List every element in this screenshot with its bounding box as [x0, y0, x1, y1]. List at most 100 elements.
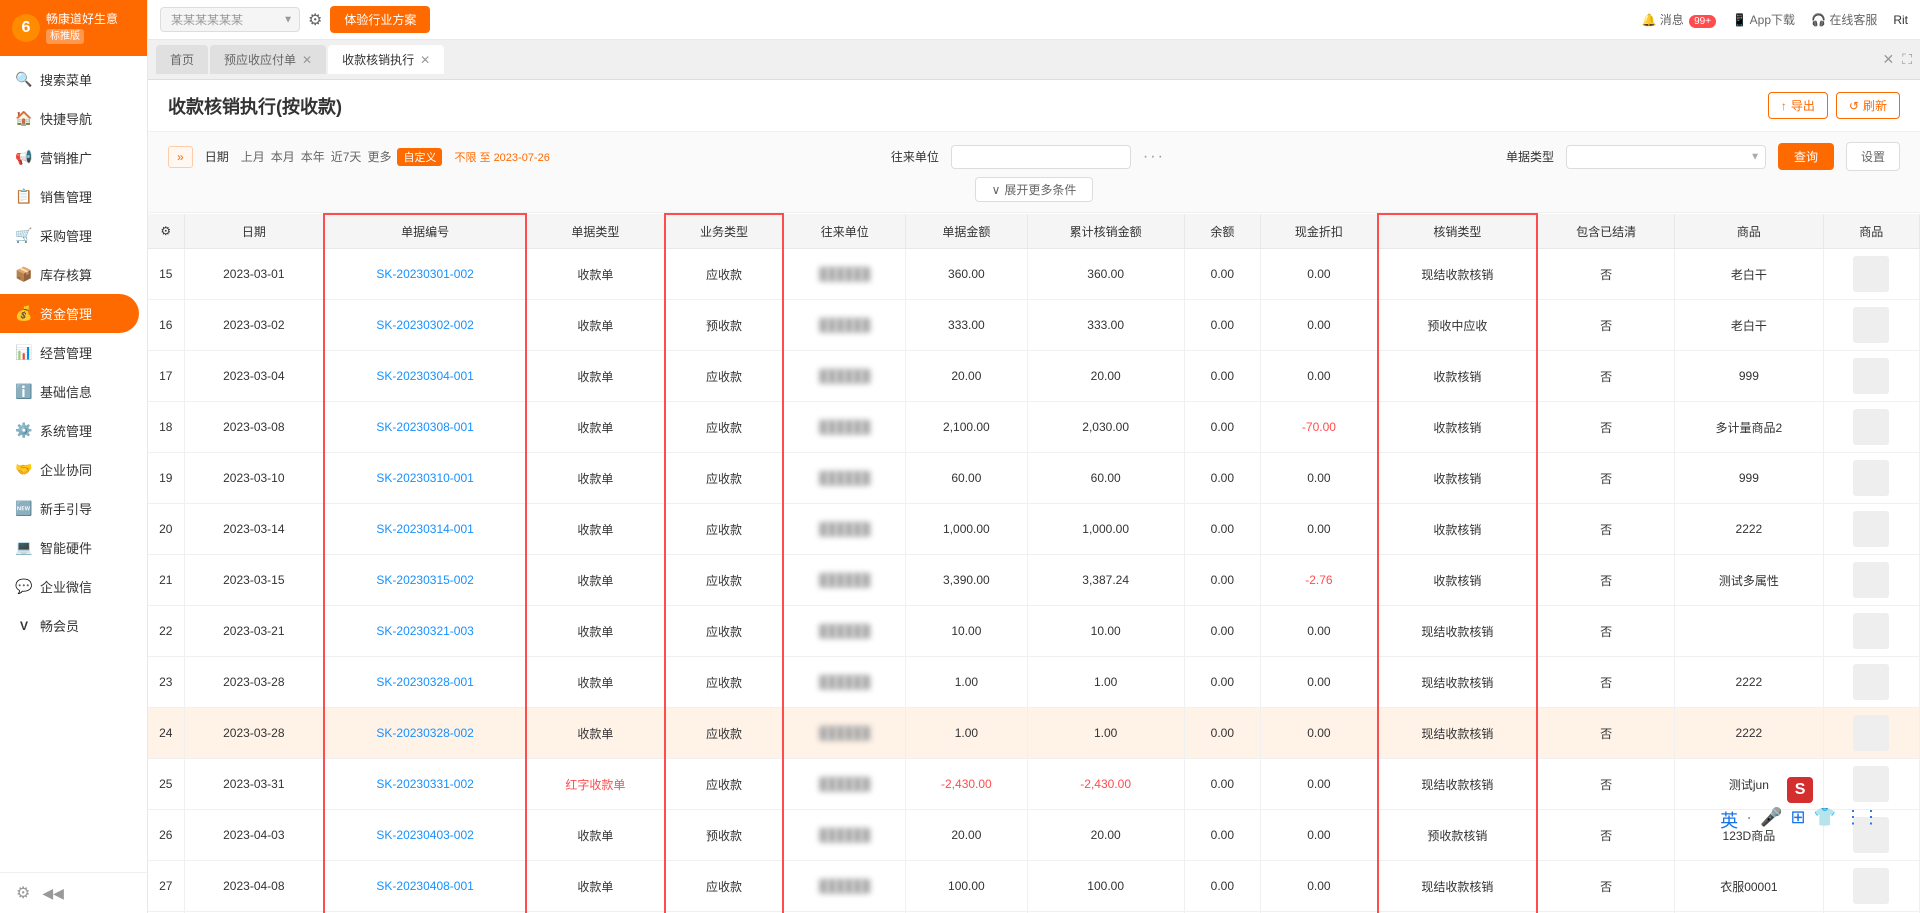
col-product: 商品 [1675, 214, 1823, 249]
filter-settings-button[interactable]: 设置 [1846, 142, 1900, 171]
tabbar-close-icon[interactable]: ✕ [1882, 51, 1894, 68]
main-content: 某某某某某某 ▼ ⚙ 体验行业方案 🔔 消息 99+ 📱 App下载 🎧 在线客… [148, 0, 1920, 913]
filter-date-this-month[interactable]: 本月 [271, 148, 295, 166]
cell-bill-no[interactable]: SK-20230321-003 [324, 606, 526, 657]
export-button[interactable]: ↑ 导出 [1768, 92, 1828, 119]
filter-date-last-7days[interactable]: 近7天 [331, 148, 362, 166]
online-service[interactable]: 🎧 在线客服 [1811, 11, 1877, 28]
cell-biz-type: 应收款 [665, 402, 783, 453]
sidebar-item-hardware[interactable]: 💻 智能硬件 [0, 528, 147, 567]
tab-payment-verify-close[interactable]: ✕ [420, 53, 430, 67]
cell-bill-no[interactable]: SK-20230403-002 [324, 810, 526, 861]
filter-date-more[interactable]: 更多 [367, 148, 391, 166]
cell-biz-type: 预收款 [665, 300, 783, 351]
table-row: 162023-03-02SK-20230302-002收款单预收款██████3… [148, 300, 1920, 351]
tab-prereceipt[interactable]: 预应收应付单 ✕ [210, 45, 326, 74]
sidebar: 6 畅康道好生意 标推版 🔍 搜索菜单 🏠 快捷导航 📢 营销推广 📋 销售管理… [0, 0, 148, 913]
cell-biz-type: 应收款 [665, 861, 783, 912]
export-icon: ↑ [1781, 99, 1787, 113]
cell-include-settled: 否 [1537, 657, 1675, 708]
cell-bill-no[interactable]: SK-20230308-001 [324, 402, 526, 453]
sidebar-item-sales[interactable]: 📋 销售管理 [0, 177, 147, 216]
cell-date: 2023-03-31 [184, 759, 324, 810]
tabbar-maximize-icon[interactable]: ⛶ [1902, 51, 1912, 68]
filter-collapse-button[interactable]: » [168, 146, 193, 168]
cell-bill-no[interactable]: SK-20230310-001 [324, 453, 526, 504]
cell-bill-amount: 60.00 [906, 453, 1027, 504]
cell-product-img [1823, 402, 1919, 453]
sidebar-item-enterprise[interactable]: 🤝 企业协同 [0, 450, 147, 489]
cell-bill-no[interactable]: SK-20230315-002 [324, 555, 526, 606]
notification-bell[interactable]: 🔔 消息 99+ [1641, 11, 1716, 28]
cell-verify-type: 现结收款核销 [1378, 657, 1537, 708]
filter-date-last-month[interactable]: 上月 [241, 148, 265, 166]
tab-prereceipt-close[interactable]: ✕ [302, 53, 312, 67]
topbar-settings-icon[interactable]: ⚙ [308, 10, 322, 30]
cell-bill-no[interactable]: SK-20230328-002 [324, 708, 526, 759]
tab-payment-verify[interactable]: 收款核销执行 ✕ [328, 45, 444, 74]
cell-bill-amount: 1.00 [906, 708, 1027, 759]
cell-bill-no[interactable]: SK-20230328-001 [324, 657, 526, 708]
cell-no: 18 [148, 402, 184, 453]
cell-bill-no[interactable]: SK-20230408-001 [324, 861, 526, 912]
sidebar-item-guide[interactable]: 🆕 新手引导 [0, 489, 147, 528]
tab-home[interactable]: 首页 [156, 45, 208, 74]
filter-bill-type-select[interactable] [1566, 145, 1766, 169]
cell-biz-type: 应收款 [665, 759, 783, 810]
filter-partner-input[interactable] [951, 145, 1131, 169]
cell-balance: 0.00 [1184, 657, 1260, 708]
sidebar-item-basic[interactable]: ℹ️ 基础信息 [0, 372, 147, 411]
inventory-icon: 📦 [16, 267, 32, 283]
cell-bill-no[interactable]: SK-20230301-002 [324, 249, 526, 300]
sidebar-item-quicknav[interactable]: 🏠 快捷导航 [0, 99, 147, 138]
sidebar-collapse-icon[interactable]: ◀◀ [42, 885, 64, 902]
filter-date-custom[interactable]: 自定义 [397, 148, 442, 166]
sidebar-item-marketing[interactable]: 📢 营销推广 [0, 138, 147, 177]
cell-product-img [1823, 453, 1919, 504]
operations-icon: 📊 [16, 345, 32, 361]
sidebar-item-purchase[interactable]: 🛒 采购管理 [0, 216, 147, 255]
sidebar-item-label: 销售管理 [40, 187, 92, 206]
filter-query-button[interactable]: 查询 [1778, 143, 1834, 170]
cell-biz-type: 应收款 [665, 606, 783, 657]
sidebar-item-label: 采购管理 [40, 226, 92, 245]
purchase-icon: 🛒 [16, 228, 32, 244]
sidebar-item-wechat[interactable]: 💬 企业微信 [0, 567, 147, 606]
refresh-button[interactable]: ↺ 刷新 [1836, 92, 1900, 119]
cell-bill-type: 收款单 [526, 504, 665, 555]
filter-date-this-year[interactable]: 本年 [301, 148, 325, 166]
col-settings[interactable]: ⚙ [148, 214, 184, 249]
cell-bill-no[interactable]: SK-20230314-001 [324, 504, 526, 555]
sidebar-item-member[interactable]: V 畅会员 [0, 606, 147, 645]
cell-biz-type: 应收款 [665, 555, 783, 606]
filter-expand-more-button[interactable]: ∨ 展开更多条件 [975, 177, 1094, 202]
tabbar: 首页 预应收应付单 ✕ 收款核销执行 ✕ ✕ ⛶ [148, 40, 1920, 80]
sidebar-item-system[interactable]: ⚙️ 系统管理 [0, 411, 147, 450]
cell-biz-type: 预收款 [665, 810, 783, 861]
tabbar-controls: ✕ ⛶ [1882, 51, 1912, 68]
cell-balance: 0.00 [1184, 555, 1260, 606]
cell-bill-no[interactable]: SK-20230302-002 [324, 300, 526, 351]
cell-bill-no[interactable]: SK-20230304-001 [324, 351, 526, 402]
sidebar-item-label: 营销推广 [40, 148, 92, 167]
sidebar-item-finance[interactable]: 💰 资金管理 [0, 294, 139, 333]
marketing-icon: 📢 [16, 150, 32, 166]
app-download[interactable]: 📱 App下载 [1732, 11, 1795, 28]
sidebar-item-search[interactable]: 🔍 搜索菜单 [0, 60, 147, 99]
sidebar-settings-icon[interactable]: ⚙ [16, 883, 30, 903]
sidebar-item-inventory[interactable]: 📦 库存核算 [0, 255, 147, 294]
cell-include-settled: 否 [1537, 810, 1675, 861]
cell-bill-no[interactable]: SK-20230331-002 [324, 759, 526, 810]
cell-date: 2023-03-21 [184, 606, 324, 657]
app-selector[interactable]: 某某某某某某 ▼ [160, 7, 300, 32]
cell-cash-discount: -70.00 [1260, 402, 1378, 453]
sidebar-item-operations[interactable]: 📊 经营管理 [0, 333, 147, 372]
cell-bill-amount: 20.00 [906, 351, 1027, 402]
col-partner: 往来单位 [783, 214, 906, 249]
cell-include-settled: 否 [1537, 759, 1675, 810]
cell-product-img [1823, 708, 1919, 759]
cell-bill-amount: 3,390.00 [906, 555, 1027, 606]
sidebar-item-label: 快捷导航 [40, 109, 92, 128]
column-settings-icon[interactable]: ⚙ [160, 224, 171, 238]
solution-button[interactable]: 体验行业方案 [330, 6, 430, 33]
